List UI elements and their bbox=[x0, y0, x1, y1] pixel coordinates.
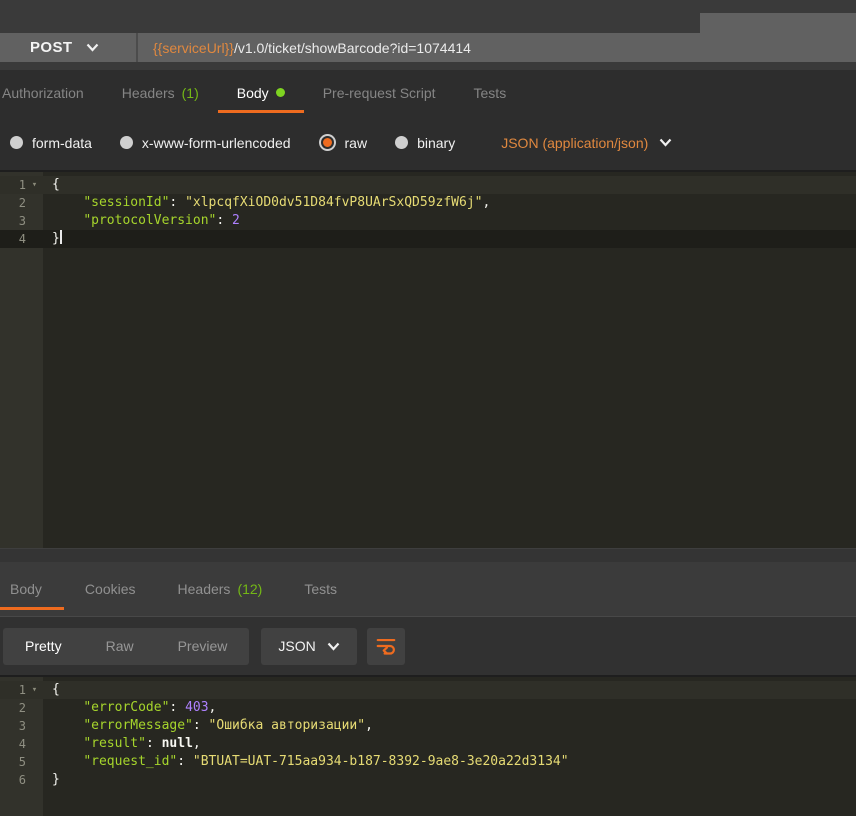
tab-body[interactable]: Body bbox=[217, 70, 304, 115]
code-text: { bbox=[52, 177, 60, 192]
response-tab-tests[interactable]: Tests bbox=[283, 562, 358, 616]
mode-binary[interactable]: binary bbox=[395, 135, 455, 151]
line-number: 2 bbox=[18, 701, 26, 715]
topbar-right-block bbox=[700, 13, 856, 33]
tab-authorization[interactable]: Authorization bbox=[0, 70, 103, 115]
response-tabs: Body Cookies Headers (12) Tests bbox=[0, 562, 856, 617]
line-number: 3 bbox=[18, 719, 26, 733]
body-mode-row: form-data x-www-form-urlencoded raw bina… bbox=[0, 115, 856, 170]
request-body-editor[interactable]: 1 ▾ {2 "sessionId": "xlpcqfXiOD0dv51D84fvP… bbox=[0, 170, 856, 548]
method-dropdown[interactable]: POST bbox=[0, 33, 138, 62]
code-line: 3 "errorMessage": "Ошибка авторизации", bbox=[0, 717, 856, 735]
code-text: "request_id": "BTUAT=UAT-715aa934-b187-8… bbox=[83, 754, 569, 769]
code-text: { bbox=[52, 682, 60, 697]
code-text: } bbox=[52, 772, 60, 787]
gutter: 1 ▾ bbox=[0, 176, 43, 194]
code-line: 4 "result": null, bbox=[0, 735, 856, 753]
chevron-down-icon bbox=[87, 43, 99, 52]
response-view-switcher: Pretty Raw Preview bbox=[3, 627, 250, 665]
code-line: 5 "request_id": "BTUAT=UAT-715aa934-b187… bbox=[0, 753, 856, 771]
view-raw-button[interactable]: Raw bbox=[84, 628, 156, 665]
response-tab-body[interactable]: Body bbox=[0, 562, 64, 616]
gutter: 4 bbox=[0, 230, 43, 248]
code-text: "protocolVersion": 2 bbox=[83, 213, 240, 228]
gutter: 3 bbox=[0, 717, 43, 735]
line-number: 3 bbox=[18, 214, 26, 228]
request-tabs: Authorization Headers (1) Body Pre-reque… bbox=[0, 70, 856, 115]
mode-x-www-form-urlencoded[interactable]: x-www-form-urlencoded bbox=[119, 135, 291, 151]
gutter: 6 bbox=[0, 771, 43, 789]
topbar-upper-strip bbox=[0, 0, 856, 33]
code-text: "sessionId": "xlpcqfXiOD0dv51D84fvP8UArS… bbox=[83, 195, 491, 210]
radio-selected-icon bbox=[320, 136, 334, 149]
body-filled-dot-icon bbox=[275, 88, 285, 97]
mode-raw[interactable]: raw bbox=[319, 134, 367, 151]
fold-toggle-icon[interactable]: ▾ bbox=[26, 681, 43, 699]
method-label: POST bbox=[30, 39, 73, 56]
tab-tests[interactable]: Tests bbox=[455, 70, 526, 115]
fold-toggle-icon[interactable]: ▾ bbox=[26, 176, 43, 194]
view-pretty-button[interactable]: Pretty bbox=[3, 628, 84, 665]
code-line: 3 "protocolVersion": 2 bbox=[0, 212, 856, 230]
line-number: 1 bbox=[18, 683, 26, 697]
code-text: "result": null, bbox=[83, 736, 201, 751]
line-number: 4 bbox=[18, 232, 26, 246]
line-number: 1 bbox=[18, 178, 26, 192]
line-number: 5 bbox=[18, 755, 26, 769]
line-number: 2 bbox=[18, 196, 26, 210]
content-type-dropdown[interactable]: JSON (application/json) bbox=[501, 135, 672, 151]
radio-icon bbox=[119, 136, 133, 149]
topbar-divider bbox=[0, 62, 856, 70]
response-tab-headers[interactable]: Headers (12) bbox=[157, 562, 284, 616]
radio-icon bbox=[395, 136, 409, 149]
response-headers-count-badge: (12) bbox=[237, 581, 263, 597]
gutter: 2 bbox=[0, 699, 43, 717]
tab-prerequest-script[interactable]: Pre-request Script bbox=[304, 70, 455, 115]
code-line: 1 ▾ { bbox=[0, 681, 856, 699]
postman-window: POST {{serviceUrl}}/v1.0/ticket/showBarc… bbox=[0, 0, 856, 816]
code-text: "errorCode": 403, bbox=[83, 700, 217, 715]
headers-count-badge: (1) bbox=[181, 84, 199, 101]
wrap-text-icon bbox=[376, 638, 396, 655]
code-line: 6} bbox=[0, 771, 856, 789]
panel-splitter[interactable] bbox=[0, 548, 856, 562]
code-text: } bbox=[52, 230, 62, 246]
code-text: "errorMessage": "Ошибка авторизации", bbox=[83, 718, 373, 733]
gutter: 5 bbox=[0, 753, 43, 771]
code-line: 4} bbox=[0, 230, 856, 248]
gutter: 2 bbox=[0, 194, 43, 212]
wrap-text-button[interactable] bbox=[366, 627, 405, 665]
code-line: 2 "sessionId": "xlpcqfXiOD0dv51D84fvP8UA… bbox=[0, 194, 856, 212]
url-variable: {{serviceUrl}} bbox=[153, 39, 234, 56]
response-toolbar: Pretty Raw Preview JSON bbox=[0, 617, 856, 675]
gutter: 3 bbox=[0, 212, 43, 230]
mode-form-data[interactable]: form-data bbox=[10, 135, 92, 151]
tab-headers[interactable]: Headers (1) bbox=[103, 70, 218, 115]
chevron-down-icon bbox=[659, 138, 672, 147]
response-body-editor[interactable]: 1 ▾{2 "errorCode": 403, 3 "errorMessage": … bbox=[0, 675, 856, 816]
url-input[interactable]: {{serviceUrl}}/v1.0/ticket/showBarcode?i… bbox=[138, 33, 856, 62]
url-path: /v1.0/ticket/showBarcode?id=1074414 bbox=[233, 39, 471, 56]
view-preview-button[interactable]: Preview bbox=[156, 628, 250, 665]
text-cursor bbox=[59, 230, 62, 244]
line-number: 4 bbox=[18, 737, 26, 751]
chevron-down-icon bbox=[327, 642, 340, 651]
line-number: 6 bbox=[18, 773, 26, 787]
response-format-dropdown[interactable]: JSON bbox=[261, 627, 357, 665]
request-url-bar: POST {{serviceUrl}}/v1.0/ticket/showBarc… bbox=[0, 33, 856, 62]
code-line: 1 ▾ { bbox=[0, 176, 856, 194]
code-line: 2 "errorCode": 403, bbox=[0, 699, 856, 717]
gutter: 1 ▾ bbox=[0, 681, 43, 699]
response-tab-cookies[interactable]: Cookies bbox=[64, 562, 157, 616]
gutter: 4 bbox=[0, 735, 43, 753]
radio-icon bbox=[10, 136, 23, 149]
